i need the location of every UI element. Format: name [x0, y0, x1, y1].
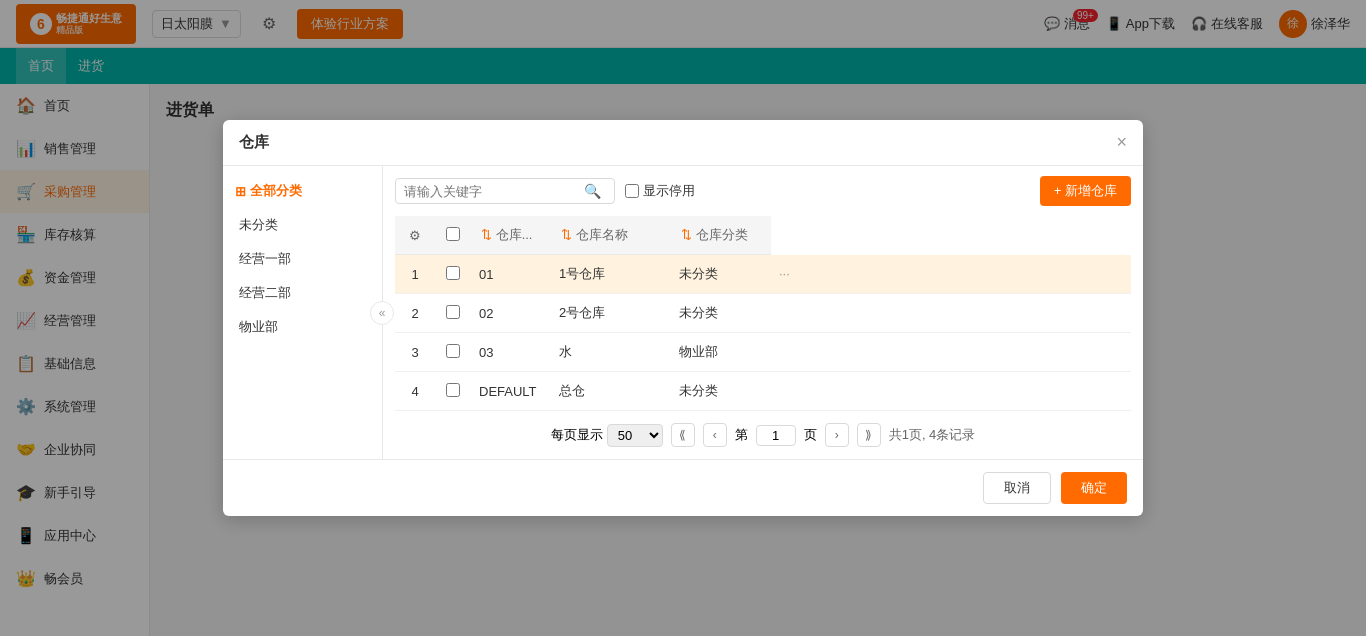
grid-icon: ⊞: [235, 184, 246, 199]
show-disabled-checkbox[interactable]: [625, 184, 639, 198]
row-more-2[interactable]: [771, 294, 1131, 333]
row-checkbox-2[interactable]: [446, 305, 460, 319]
add-warehouse-button[interactable]: + 新增仓库: [1040, 176, 1131, 206]
table-row[interactable]: 2 02 2号仓库 未分类: [395, 294, 1131, 333]
search-icon[interactable]: 🔍: [584, 183, 601, 199]
table-row[interactable]: 3 03 水 物业部: [395, 333, 1131, 372]
row-gear-1: 1: [395, 255, 435, 294]
select-all-checkbox[interactable]: [446, 227, 460, 241]
row-id-3: 03: [471, 333, 551, 372]
category-panel: ⊞ 全部分类 未分类 经营一部 经营二部 物业部 «: [223, 166, 383, 459]
row-check-1[interactable]: [435, 255, 471, 294]
row-more-1[interactable]: ···: [771, 255, 1131, 294]
row-more-3[interactable]: [771, 333, 1131, 372]
warehouse-table-body: 1 01 1号仓库 未分类 ··· 2: [395, 255, 1131, 411]
per-page-select[interactable]: 50 100: [607, 424, 663, 447]
row-checkbox-4[interactable]: [446, 383, 460, 397]
row-name-1: 1号仓库: [551, 255, 671, 294]
row-cat-2: 未分类: [671, 294, 771, 333]
row-cat-4: 未分类: [671, 372, 771, 411]
modal-overlay: 仓库 × ⊞ 全部分类 未分类 经营一部 经营二部 物业部 «: [0, 0, 1366, 636]
modal-header: 仓库 ×: [223, 120, 1143, 166]
row-more-4[interactable]: [771, 372, 1131, 411]
cancel-button[interactable]: 取消: [983, 472, 1051, 504]
modal-body: ⊞ 全部分类 未分类 经营一部 经营二部 物业部 « 🔍: [223, 166, 1143, 459]
row-check-3[interactable]: [435, 333, 471, 372]
row-checkbox-3[interactable]: [446, 344, 460, 358]
row-id-2: 02: [471, 294, 551, 333]
th-cat: ⇅ 仓库分类: [671, 216, 771, 255]
row-id-4: DEFAULT: [471, 372, 551, 411]
confirm-button[interactable]: 确定: [1061, 472, 1127, 504]
row-checkbox-1[interactable]: [446, 266, 460, 280]
table-toolbar: 🔍 显示停用 + 新增仓库: [383, 166, 1143, 216]
sort-cat-icon: ⇅: [681, 227, 692, 242]
row-check-4[interactable]: [435, 372, 471, 411]
modal-title: 仓库: [239, 133, 269, 152]
search-box[interactable]: 🔍: [395, 178, 615, 204]
row-cat-1: 未分类: [671, 255, 771, 294]
show-disabled-text: 显示停用: [643, 182, 695, 200]
sort-icon: ⇅: [481, 227, 492, 242]
row-cat-3: 物业部: [671, 333, 771, 372]
table-row[interactable]: 1 01 1号仓库 未分类 ···: [395, 255, 1131, 294]
row-check-2[interactable]: [435, 294, 471, 333]
per-page-label: 每页显示: [551, 426, 603, 444]
category-all-label: 全部分类: [250, 182, 302, 200]
next-page-button[interactable]: ›: [825, 423, 849, 447]
th-id-label: 仓库...: [496, 227, 533, 242]
category-ops1[interactable]: 经营一部: [223, 242, 382, 276]
show-disabled-label[interactable]: 显示停用: [625, 182, 695, 200]
table-header-row: ⚙ ⇅ 仓库... ⇅: [395, 216, 1131, 255]
last-page-button[interactable]: ⟫: [857, 423, 881, 447]
modal-close-button[interactable]: ×: [1116, 132, 1127, 153]
warehouse-table: ⚙ ⇅ 仓库... ⇅: [395, 216, 1131, 411]
collapse-panel-button[interactable]: «: [370, 301, 394, 325]
content-panel: 🔍 显示停用 + 新增仓库 ⚙: [383, 166, 1143, 459]
th-gear: ⚙: [395, 216, 435, 255]
sort-name-icon: ⇅: [561, 227, 572, 242]
category-all[interactable]: ⊞ 全部分类: [223, 174, 382, 208]
th-name: ⇅ 仓库名称: [551, 216, 671, 255]
row-name-3: 水: [551, 333, 671, 372]
page-input[interactable]: [756, 425, 796, 446]
row-gear-3: 3: [395, 333, 435, 372]
search-input[interactable]: [404, 184, 584, 199]
prev-page-button[interactable]: ‹: [703, 423, 727, 447]
pagination: 每页显示 50 100 ⟪ ‹ 第 页 › ⟫ 共1页, 4条记录: [383, 411, 1143, 459]
row-name-2: 2号仓库: [551, 294, 671, 333]
total-info: 共1页, 4条记录: [889, 426, 976, 444]
category-unclassified[interactable]: 未分类: [223, 208, 382, 242]
category-property[interactable]: 物业部: [223, 310, 382, 344]
row-name-4: 总仓: [551, 372, 671, 411]
page-unit-label: 页: [804, 426, 817, 444]
first-page-button[interactable]: ⟪: [671, 423, 695, 447]
th-name-label: 仓库名称: [576, 227, 628, 242]
row-gear-4: 4: [395, 372, 435, 411]
th-check: [435, 216, 471, 255]
th-cat-label: 仓库分类: [696, 227, 748, 242]
row-gear-2: 2: [395, 294, 435, 333]
modal-footer: 取消 确定: [223, 459, 1143, 516]
warehouse-table-wrap: ⚙ ⇅ 仓库... ⇅: [383, 216, 1143, 411]
page-label: 第: [735, 426, 748, 444]
category-ops2[interactable]: 经营二部: [223, 276, 382, 310]
warehouse-modal: 仓库 × ⊞ 全部分类 未分类 经营一部 经营二部 物业部 «: [223, 120, 1143, 516]
th-id: ⇅ 仓库...: [471, 216, 551, 255]
per-page-control: 每页显示 50 100: [551, 424, 663, 447]
table-row[interactable]: 4 DEFAULT 总仓 未分类: [395, 372, 1131, 411]
row-id-1: 01: [471, 255, 551, 294]
gear-icon: ⚙: [409, 228, 421, 243]
